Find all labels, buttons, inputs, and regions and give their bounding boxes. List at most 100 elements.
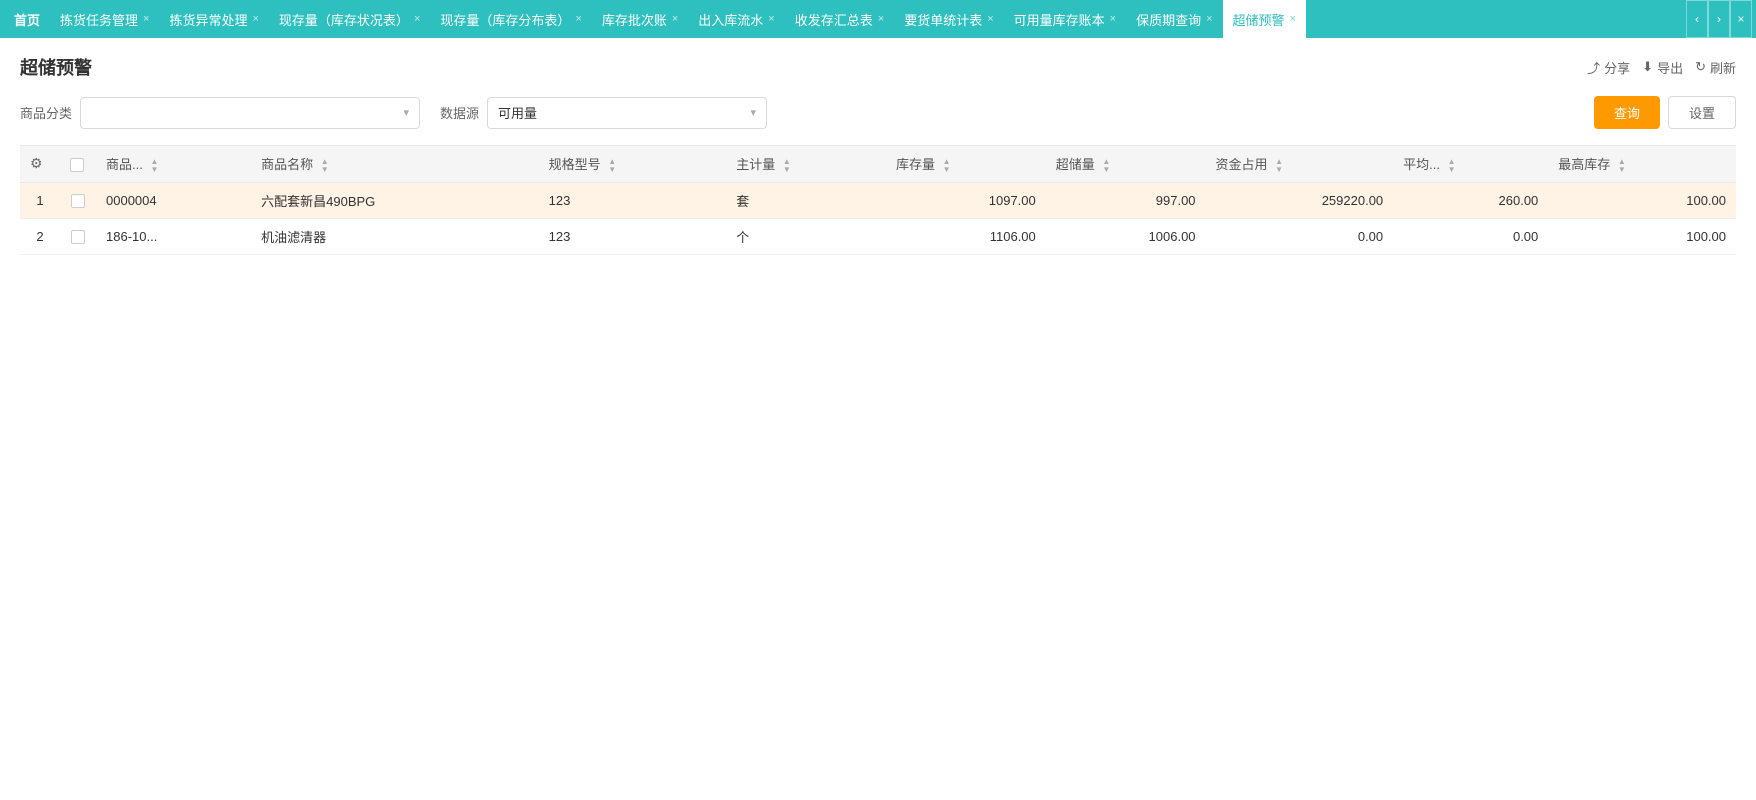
gear-icon[interactable]: ⚙ (30, 155, 43, 171)
sort-icon: ▲▼ (1618, 158, 1626, 174)
cell-max-stock: 100.00 (1548, 182, 1736, 218)
nav-stock-dist[interactable]: 现存量（库存分布表） × (430, 0, 591, 38)
sort-icon: ▲▼ (608, 158, 616, 174)
close-icon[interactable]: × (252, 13, 258, 25)
filter-buttons: 查询 设置 (1594, 96, 1736, 129)
share-icon: ⤴ (1587, 58, 1600, 77)
page-container: 超储预警 ⤴ 分享 ⬇ 导出 ↻ 刷新 商品分类 ▾ 数据源 (0, 38, 1756, 271)
filter-row: 商品分类 ▾ 数据源 可用量 ▾ 查询 设置 (20, 96, 1736, 129)
cell-capital: 259220.00 (1206, 182, 1394, 218)
cell-spec: 123 (539, 182, 727, 218)
cell-product-code: 186-10... (96, 218, 251, 254)
close-icon[interactable]: × (143, 13, 149, 25)
cell-spec: 123 (539, 218, 727, 254)
nav-batch[interactable]: 库存批次账 × (592, 0, 688, 38)
th-product-code[interactable]: 商品... ▲▼ (96, 146, 251, 183)
export-button[interactable]: ⬇ 导出 (1642, 58, 1683, 77)
data-table: ⚙ 商品... ▲▼ 商品名称 ▲▼ 规格型号 ▲▼ 主计 (20, 145, 1736, 255)
cell-avg: 0.00 (1393, 218, 1548, 254)
table-row: 2 186-10... 机油滤清器 123 个 1106.00 1006.00 … (20, 218, 1736, 254)
th-stock[interactable]: 库存量 ▲▼ (886, 146, 1046, 183)
close-icon[interactable]: × (672, 13, 678, 25)
cell-max-stock: 100.00 (1548, 218, 1736, 254)
nav-arrow-left[interactable]: ‹ (1686, 0, 1708, 38)
nav-task-mgmt[interactable]: 拣货任务管理 × (50, 0, 159, 38)
close-icon[interactable]: × (878, 13, 884, 25)
category-select[interactable]: ▾ (80, 97, 420, 129)
row-checkbox-cell[interactable] (60, 182, 96, 218)
sort-icon: ▲▼ (1275, 158, 1283, 174)
th-avg[interactable]: 平均... ▲▼ (1393, 146, 1548, 183)
close-icon[interactable]: × (575, 13, 581, 25)
sort-icon: ▲▼ (321, 158, 329, 174)
table-row: 1 0000004 六配套新昌490BPG 123 套 1097.00 997.… (20, 182, 1736, 218)
datasource-label: 数据源 (440, 103, 479, 122)
th-overstock[interactable]: 超储量 ▲▼ (1046, 146, 1206, 183)
cell-product-name: 六配套新昌490BPG (251, 182, 538, 218)
top-navigation: 首页 拣货任务管理 × 拣货异常处理 × 现存量（库存状况表） × 现存量（库存… (0, 0, 1756, 38)
th-checkbox[interactable] (60, 146, 96, 183)
close-icon[interactable]: × (1206, 13, 1212, 25)
query-button[interactable]: 查询 (1594, 96, 1660, 129)
sort-icon: ▲▼ (1448, 158, 1456, 174)
row-checkbox-cell[interactable] (60, 218, 96, 254)
table-header-row: ⚙ 商品... ▲▼ 商品名称 ▲▼ 规格型号 ▲▼ 主计 (20, 146, 1736, 183)
nav-arrow-right[interactable]: › (1708, 0, 1730, 38)
close-icon[interactable]: × (987, 13, 993, 25)
nav-overstock[interactable]: 超储预警 × (1223, 0, 1306, 38)
cell-overstock: 997.00 (1046, 182, 1206, 218)
th-capital[interactable]: 资金占用 ▲▼ (1206, 146, 1394, 183)
nav-scroll-controls: ‹ › × (1686, 0, 1752, 38)
category-filter: 商品分类 ▾ (20, 97, 420, 129)
cell-product-code: 0000004 (96, 182, 251, 218)
th-spec[interactable]: 规格型号 ▲▼ (539, 146, 727, 183)
page-title-row: 超储预警 ⤴ 分享 ⬇ 导出 ↻ 刷新 (20, 54, 1736, 80)
datasource-filter: 数据源 可用量 ▾ (440, 97, 767, 129)
datasource-value: 可用量 (498, 103, 537, 122)
cell-unit: 个 (726, 218, 886, 254)
share-button[interactable]: ⤴ 分享 (1587, 58, 1630, 77)
nav-inout-flow[interactable]: 出入库流水 × (688, 0, 784, 38)
select-all-checkbox[interactable] (70, 158, 84, 172)
th-product-name[interactable]: 商品名称 ▲▼ (251, 146, 538, 183)
cell-product-name: 机油滤清器 (251, 218, 538, 254)
cell-overstock: 1006.00 (1046, 218, 1206, 254)
nav-home[interactable]: 首页 (4, 0, 50, 38)
nav-expiry[interactable]: 保质期查询 × (1126, 0, 1222, 38)
nav-available-stock[interactable]: 可用量库存账本 × (1004, 0, 1126, 38)
cell-stock: 1097.00 (886, 182, 1046, 218)
close-icon[interactable]: × (414, 13, 420, 25)
page-title: 超储预警 (20, 54, 92, 80)
sort-icon: ▲▼ (150, 158, 158, 174)
cell-unit: 套 (726, 182, 886, 218)
row-checkbox[interactable] (71, 230, 85, 244)
cell-avg: 260.00 (1393, 182, 1548, 218)
cell-capital: 0.00 (1206, 218, 1394, 254)
export-icon: ⬇ (1642, 59, 1653, 75)
sort-icon: ▲▼ (1102, 158, 1110, 174)
th-max-stock[interactable]: 最高库存 ▲▼ (1548, 146, 1736, 183)
sort-icon: ▲▼ (783, 158, 791, 174)
refresh-icon: ↻ (1695, 59, 1706, 75)
nav-demand-stat[interactable]: 要货单统计表 × (894, 0, 1003, 38)
close-icon[interactable]: × (1110, 13, 1116, 25)
row-number: 2 (20, 218, 60, 254)
settings-button[interactable]: 设置 (1668, 96, 1736, 129)
close-icon[interactable]: × (768, 13, 774, 25)
nav-stock-status[interactable]: 现存量（库存状况表） × (269, 0, 430, 38)
nav-summary[interactable]: 收发存汇总表 × (785, 0, 894, 38)
datasource-select[interactable]: 可用量 ▾ (487, 97, 767, 129)
row-number: 1 (20, 182, 60, 218)
refresh-button[interactable]: ↻ 刷新 (1695, 58, 1736, 77)
close-icon[interactable]: × (1290, 13, 1296, 25)
th-settings: ⚙ (20, 146, 60, 183)
nav-exception[interactable]: 拣货异常处理 × (159, 0, 268, 38)
title-actions: ⤴ 分享 ⬇ 导出 ↻ 刷新 (1587, 58, 1736, 77)
row-checkbox[interactable] (71, 194, 85, 208)
sort-icon: ▲▼ (943, 158, 951, 174)
chevron-down-icon: ▾ (751, 106, 757, 119)
chevron-down-icon: ▾ (403, 106, 409, 119)
nav-arrow-close[interactable]: × (1730, 0, 1752, 38)
category-label: 商品分类 (20, 103, 72, 122)
th-unit[interactable]: 主计量 ▲▼ (726, 146, 886, 183)
